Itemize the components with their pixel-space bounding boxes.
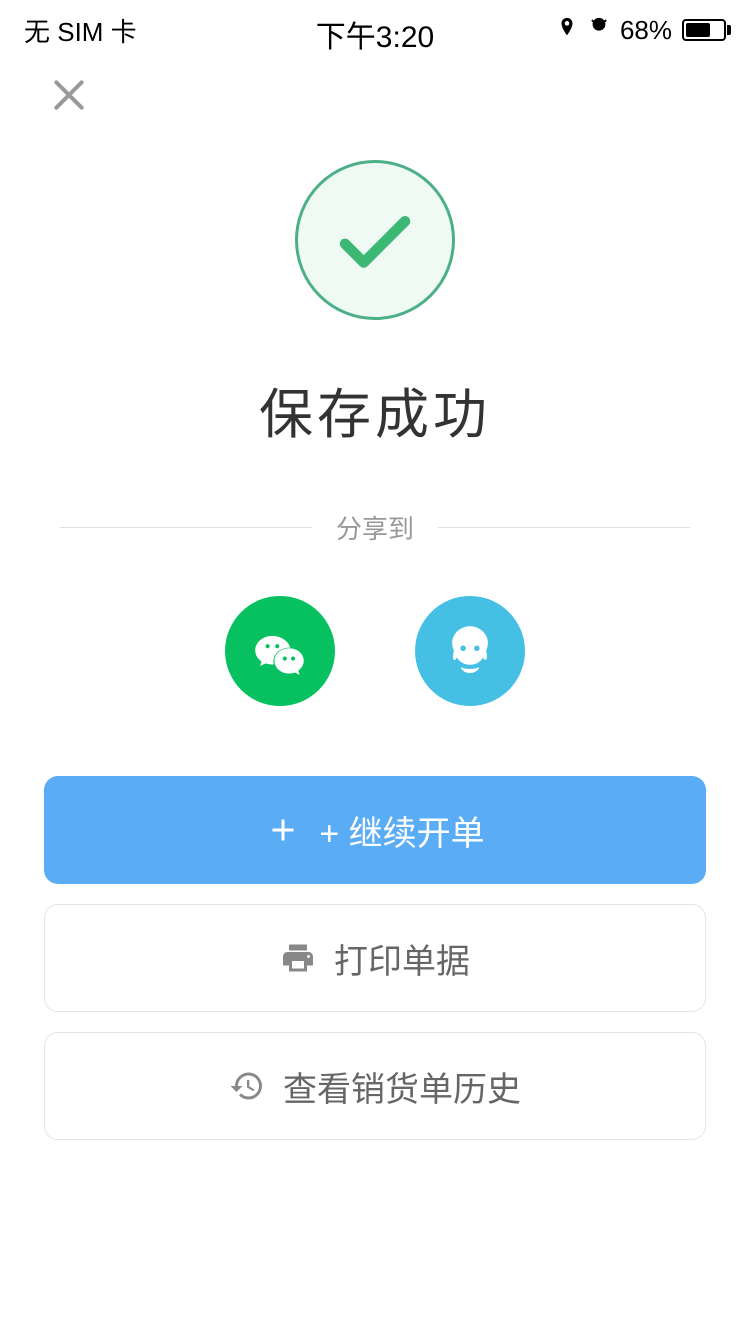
- continue-order-button[interactable]: + 继续开单: [44, 776, 706, 884]
- print-icon: [280, 940, 316, 976]
- qq-share-button[interactable]: [415, 596, 525, 706]
- plus-icon: [265, 812, 301, 848]
- action-buttons: + 继续开单 打印单据 查看销货单历史: [0, 776, 750, 1140]
- status-bar: 无 SIM 卡 下午3:20 68%: [0, 0, 750, 60]
- divider-line-right: [438, 527, 690, 528]
- success-title: 保存成功: [259, 370, 491, 449]
- location-icon: [556, 16, 578, 45]
- print-label: 打印单据: [334, 934, 470, 983]
- status-left: 无 SIM 卡: [24, 12, 147, 49]
- wechat-icon: [247, 618, 313, 684]
- history-icon: [229, 1068, 265, 1104]
- qq-icon: [437, 618, 503, 684]
- print-button[interactable]: 打印单据: [44, 904, 706, 1012]
- share-divider: 分享到: [0, 509, 750, 546]
- checkmark-icon: [330, 195, 420, 285]
- share-icons: [225, 596, 525, 706]
- divider-line-left: [60, 527, 312, 528]
- success-circle: [295, 160, 455, 320]
- carrier-text: 无 SIM 卡: [24, 12, 137, 49]
- battery-percent: 68%: [620, 15, 672, 46]
- share-label: 分享到: [312, 509, 438, 546]
- battery-icon: [682, 19, 726, 41]
- alarm-icon: [588, 16, 610, 45]
- history-button[interactable]: 查看销货单历史: [44, 1032, 706, 1140]
- wechat-share-button[interactable]: [225, 596, 335, 706]
- time-display: 下午3:20: [316, 12, 434, 56]
- status-right: 68%: [556, 15, 726, 46]
- continue-order-label: + 继续开单: [319, 806, 484, 855]
- main-content: 保存成功 分享到 + 继续开单: [0, 60, 750, 1140]
- close-button[interactable]: [44, 70, 94, 120]
- history-label: 查看销货单历史: [283, 1062, 521, 1111]
